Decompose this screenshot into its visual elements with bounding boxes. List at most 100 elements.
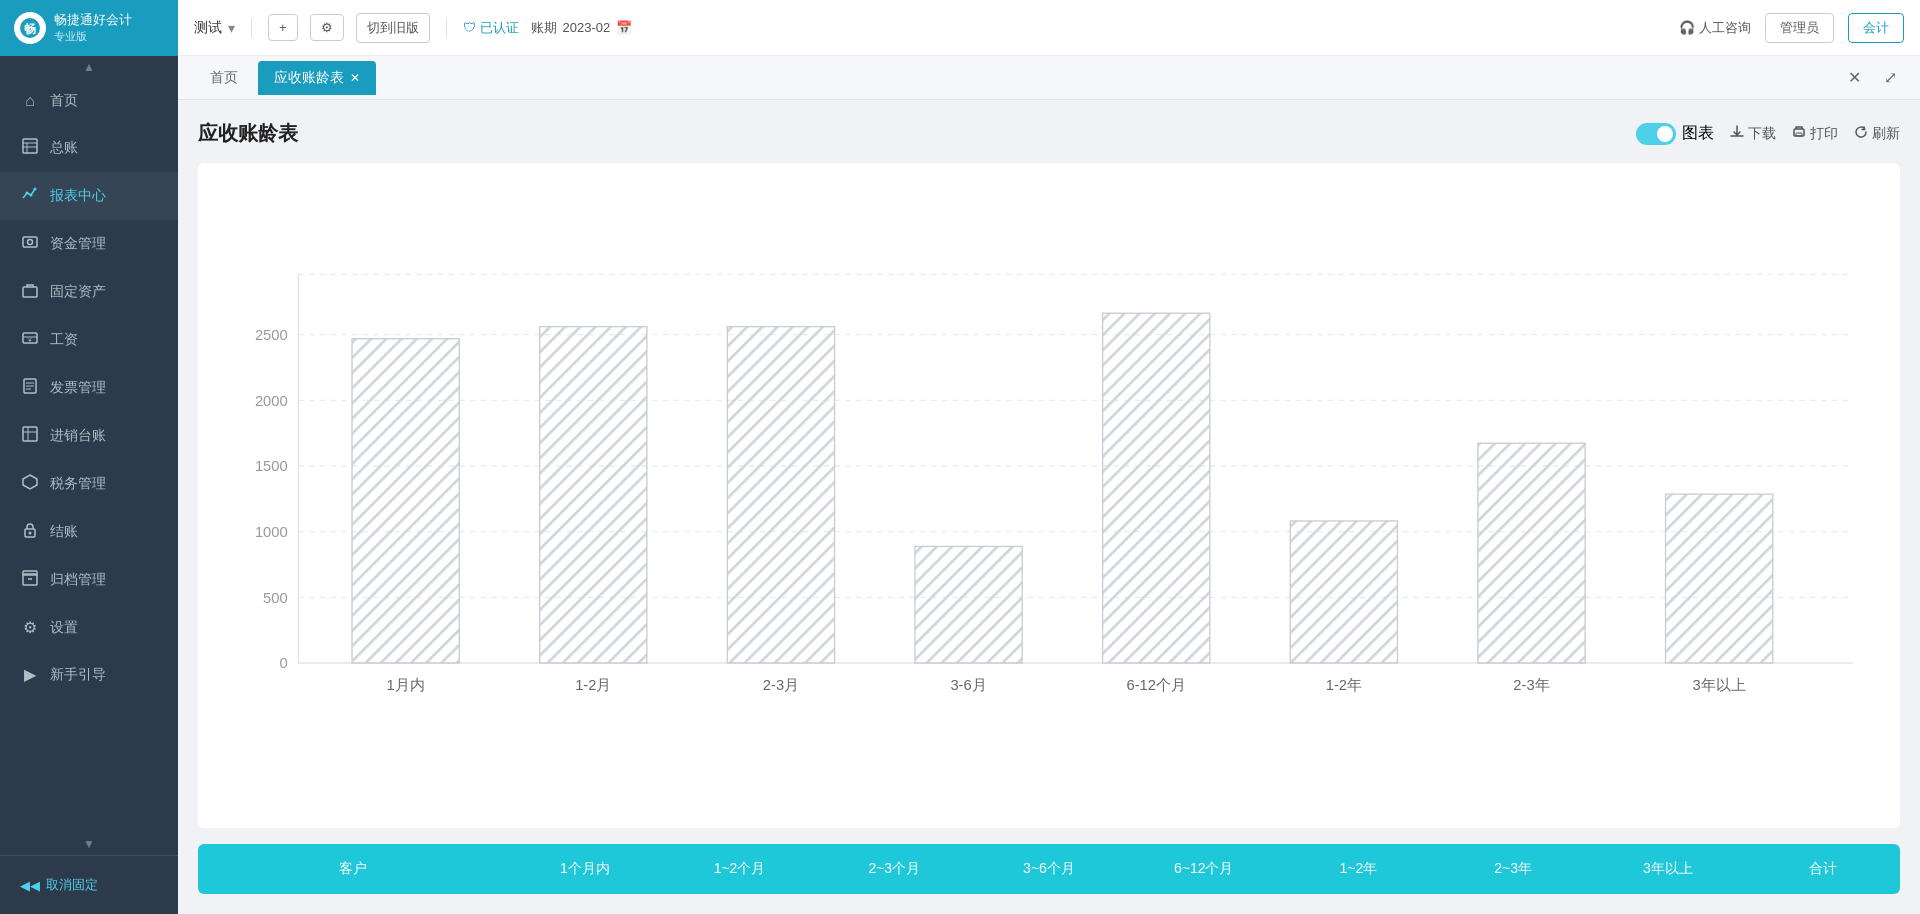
tab-aging-label: 应收账龄表 (274, 69, 344, 87)
period-value: 2023-02 (563, 20, 611, 35)
svg-text:1-2年: 1-2年 (1326, 677, 1362, 693)
calendar-icon[interactable]: 📅 (616, 20, 632, 35)
scroll-down-arrow[interactable]: ▼ (0, 833, 178, 855)
tab-aging[interactable]: 应收账龄表 ✕ (258, 61, 376, 95)
sidebar-item-settings[interactable]: ⚙ 设置 (0, 604, 178, 651)
report-header: 应收账龄表 图表 下载 (198, 120, 1900, 147)
sidebar-item-wages[interactable]: ¥ 工资 (0, 316, 178, 364)
pin-label: 取消固定 (46, 876, 98, 894)
sidebar-item-reports[interactable]: 报表中心 (0, 172, 178, 220)
sidebar-item-closing[interactable]: 结账 (0, 508, 178, 556)
funds-icon (20, 234, 40, 254)
tab-close-btn[interactable]: ✕ (350, 71, 360, 85)
svg-text:500: 500 (263, 590, 288, 606)
svg-marker-22 (23, 475, 37, 489)
bar-2-3月 (727, 327, 834, 663)
bar-1月内 (352, 339, 459, 663)
sidebar-item-ledger[interactable]: 总账 (0, 124, 178, 172)
sidebar-item-label: 新手引导 (50, 666, 106, 684)
refresh-icon (1854, 125, 1868, 142)
sidebar-item-assets[interactable]: 固定资产 (0, 268, 178, 316)
switch-version-btn[interactable]: 切到旧版 (356, 13, 430, 43)
svg-rect-29 (1796, 133, 1802, 136)
sidebar-item-label: 总账 (50, 139, 78, 157)
download-label: 下载 (1748, 125, 1776, 143)
sidebar-item-label: 发票管理 (50, 379, 106, 397)
bar-chart: 0 500 1000 1500 2000 2500 1月内 1-2月 (218, 183, 1880, 808)
sidebar-item-label: 结账 (50, 523, 78, 541)
manager-btn[interactable]: 管理员 (1765, 13, 1834, 43)
guide-icon: ▶ (20, 665, 40, 684)
period-display: 账期 2023-02 📅 (531, 19, 633, 37)
bar-3年以上 (1666, 494, 1773, 663)
nav-divider-2 (446, 18, 447, 38)
table-header-client: 客户 (198, 844, 507, 894)
unpin-button[interactable]: ◀◀ 取消固定 (0, 866, 178, 904)
add-workspace-btn[interactable]: + (268, 14, 298, 41)
scroll-up-arrow[interactable]: ▲ (0, 56, 178, 78)
refresh-btn[interactable]: 刷新 (1854, 125, 1900, 143)
sidebar-bottom: ◀◀ 取消固定 (0, 855, 178, 914)
support-btn[interactable]: 🎧 人工咨询 (1679, 19, 1751, 37)
svg-text:2500: 2500 (255, 327, 288, 343)
sidebar-item-guide[interactable]: ▶ 新手引导 (0, 651, 178, 698)
bar-3-6月 (915, 546, 1022, 663)
svg-rect-9 (23, 237, 37, 247)
close-panel-btn[interactable]: ✕ (1840, 64, 1868, 92)
sidebar-item-home[interactable]: ⌂ 首页 (0, 78, 178, 124)
svg-point-10 (28, 240, 33, 245)
manager-label: 管理员 (1780, 20, 1819, 35)
topnav: 测试 ▾ + ⚙ 切到旧版 🛡 已认证 账期 2023-02 📅 🎧 人工咨询 (178, 0, 1920, 56)
sidebar-scroll: ⌂ 首页 总账 报表 (0, 78, 178, 833)
report-actions: 图表 下载 (1636, 123, 1900, 145)
tab-home[interactable]: 首页 (194, 61, 254, 95)
workspace-dropdown-icon[interactable]: ▾ (228, 20, 235, 36)
app-edition: 专业版 (54, 29, 132, 43)
table-header-6-12month: 6~12个月 (1126, 844, 1281, 894)
download-btn[interactable]: 下载 (1730, 125, 1776, 143)
workspace-label: 测试 (194, 19, 222, 37)
sidebar-item-label: 工资 (50, 331, 78, 349)
ledger-icon (20, 138, 40, 158)
topnav-right: 🎧 人工咨询 管理员 会计 (1679, 13, 1904, 43)
table-header-total: 合计 (1745, 844, 1900, 894)
print-icon (1792, 125, 1806, 142)
shield-icon: 🛡 (463, 20, 476, 35)
switch-version-label: 切到旧版 (367, 19, 419, 37)
svg-text:2-3月: 2-3月 (763, 677, 799, 693)
print-label: 打印 (1810, 125, 1838, 143)
workspace-name: 测试 ▾ (194, 19, 235, 37)
sidebar-item-funds[interactable]: 资金管理 (0, 220, 178, 268)
main-content: 测试 ▾ + ⚙ 切到旧版 🛡 已认证 账期 2023-02 📅 🎧 人工咨询 (178, 0, 1920, 914)
page-title: 应收账龄表 (198, 120, 298, 147)
svg-text:1月内: 1月内 (387, 677, 425, 693)
settings-icon: ⚙ (20, 618, 40, 637)
sidebar-item-archive[interactable]: 归档管理 (0, 556, 178, 604)
sidebar-item-label: 税务管理 (50, 475, 106, 493)
table-header-2-3year: 2~3年 (1436, 844, 1591, 894)
sidebar-item-sales[interactable]: 进销台账 (0, 412, 178, 460)
svg-point-24 (29, 532, 32, 535)
sales-icon (20, 426, 40, 446)
certified-label: 已认证 (480, 19, 519, 37)
svg-point-8 (34, 188, 37, 191)
print-btn[interactable]: 打印 (1792, 125, 1838, 143)
archive-icon (20, 570, 40, 590)
svg-text:¥: ¥ (28, 337, 32, 343)
home-icon: ⌂ (20, 92, 40, 110)
settings-btn[interactable]: ⚙ (310, 14, 344, 41)
table-header-1-2year: 1~2年 (1281, 844, 1436, 894)
table-header-1-2month: 1~2个月 (662, 844, 817, 894)
tab-home-label: 首页 (210, 69, 238, 87)
svg-point-6 (26, 192, 29, 195)
sidebar-item-invoice[interactable]: 发票管理 (0, 364, 178, 412)
svg-text:1000: 1000 (255, 524, 288, 540)
sidebar-item-label: 设置 (50, 619, 78, 637)
chart-toggle[interactable] (1636, 123, 1676, 145)
expand-panel-btn[interactable]: ⤢ (1876, 64, 1904, 92)
svg-rect-19 (23, 427, 37, 441)
table-header-3-6month: 3~6个月 (972, 844, 1127, 894)
sidebar-item-tax[interactable]: 税务管理 (0, 460, 178, 508)
tab-actions: ✕ ⤢ (1840, 64, 1904, 92)
role-btn[interactable]: 会计 (1848, 13, 1904, 43)
